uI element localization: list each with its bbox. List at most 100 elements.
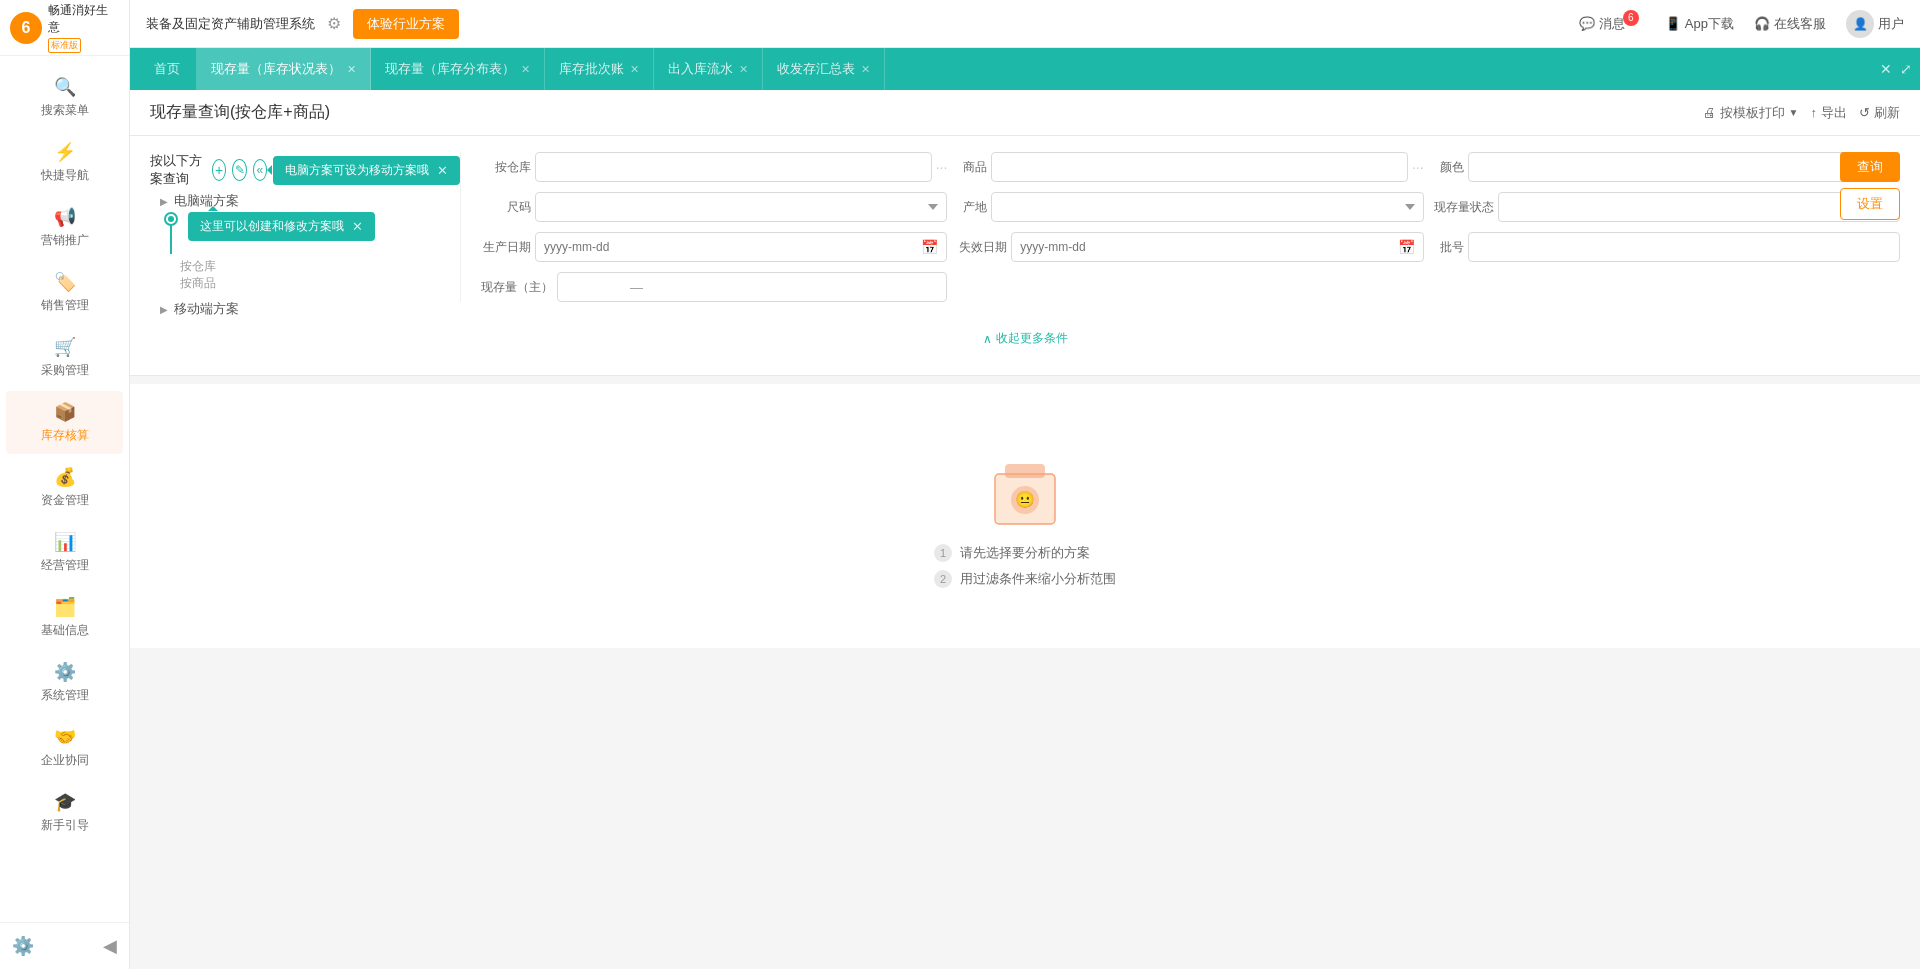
tab-inout-flow[interactable]: 出入库流水 ✕ [654,48,763,90]
page-header: 现存量查询(按仓库+商品) 🖨 按模板打印 ▼ ↑ 导出 ↺ 刷新 [130,90,1920,136]
tab-batch-close[interactable]: ✕ [630,63,639,76]
size-field: 尺码 [481,192,947,222]
logo-name: 畅通消好生意 [48,2,119,36]
batch-label: 批号 [1434,239,1464,256]
topbar: 装备及固定资产辅助管理系统 ⚙ 体验行业方案 💬 消息 6 📱 App下载 🎧 … [130,0,1920,48]
collapse-sidebar-icon[interactable]: ◀ [103,935,117,957]
goods-input[interactable] [991,152,1408,182]
produce-date-wrap: 📅 [535,232,947,262]
export-btn[interactable]: ↑ 导出 [1811,104,1848,122]
scheme-mobile-label[interactable]: 移动端方案 [174,300,239,318]
user-item[interactable]: 👤 用户 [1846,10,1904,38]
tab-home[interactable]: 首页 [138,48,197,90]
create-tooltip-wrapper: 这里可以创建和修改方案哦 ✕ [188,210,375,241]
stock-main-field: 现存量（主） — [481,272,947,302]
tab-inventory-distribution[interactable]: 现存量（库存分布表） ✕ [371,48,545,90]
tab-batch-label: 库存批次账 [559,60,624,78]
industry-btn[interactable]: 体验行业方案 [353,9,459,39]
sidebar-item-quick[interactable]: ⚡ 快捷导航 [6,131,123,194]
message-item[interactable]: 💬 消息 6 [1579,15,1645,33]
sidebar-item-label: 搜索菜单 [41,102,89,119]
connector-area: 这里可以创建和修改方案哦 ✕ [160,214,460,254]
svg-text:😐: 😐 [1015,490,1035,509]
system-title: 装备及固定资产辅助管理系统 [146,15,315,33]
stock-main-range: — [557,272,947,302]
online-support-item[interactable]: 🎧 在线客服 [1754,15,1826,33]
sidebar-item-operation[interactable]: 📊 经营管理 [6,521,123,584]
add-scheme-btn[interactable]: + [212,159,226,181]
page-actions: 🖨 按模板打印 ▼ ↑ 导出 ↺ 刷新 [1703,104,1900,122]
tab-inout-close[interactable]: ✕ [739,63,748,76]
goods-label: 商品 [957,159,987,176]
search-btn[interactable]: 查询 [1840,152,1900,182]
origin-select[interactable] [991,192,1423,222]
tab-summary-close[interactable]: ✕ [861,63,870,76]
expire-date-calendar-icon[interactable]: 📅 [1398,239,1415,255]
tab-batch-ledger[interactable]: 库存批次账 ✕ [545,48,654,90]
tooltip-scheme-close[interactable]: ✕ [437,163,448,178]
produce-date-label: 生产日期 [481,239,531,256]
expire-date-input[interactable] [1020,240,1393,254]
sidebar-item-label: 快捷导航 [41,167,89,184]
refresh-icon: ↺ [1859,105,1870,120]
collapse-row: ∧ 收起更多条件 [150,318,1900,359]
prev-scheme-btn[interactable]: « [253,159,267,181]
produce-date-input[interactable] [544,240,917,254]
content-area: 现存量查询(按仓库+商品) 🖨 按模板打印 ▼ ↑ 导出 ↺ 刷新 [130,90,1920,969]
stock-main-label: 现存量（主） [481,279,553,296]
edit-scheme-btn[interactable]: ✎ [232,159,246,181]
sidebar-item-system[interactable]: ⚙️ 系统管理 [6,651,123,714]
produce-date-calendar-icon[interactable]: 📅 [921,239,938,255]
sidebar-item-enterprise[interactable]: 🤝 企业协同 [6,716,123,779]
collapse-label: 收起更多条件 [996,330,1068,347]
connector [166,214,176,254]
expire-date-label: 失效日期 [957,239,1007,256]
topbar-settings-icon[interactable]: ⚙ [327,14,341,33]
logo-badge: 标准版 [48,38,81,53]
tab-inventory-status[interactable]: 现存量（库存状况表） ✕ [197,48,371,90]
sidebar-item-finance[interactable]: 💰 资金管理 [6,456,123,519]
sidebar-item-marketing[interactable]: 📢 营销推广 [6,196,123,259]
scheme-pc-label[interactable]: 电脑端方案 [174,192,239,210]
sidebar-item-guide[interactable]: 🎓 新手引导 [6,781,123,844]
goods-dots[interactable]: ··· [1412,159,1424,175]
export-label: 导出 [1821,104,1847,122]
batch-input[interactable] [1468,232,1900,262]
warehouse-dots[interactable]: ··· [936,159,948,175]
origin-label: 产地 [957,199,987,216]
sidebar-item-inventory[interactable]: 📦 库存核算 [6,391,123,454]
collapse-btn[interactable]: ∧ 收起更多条件 [983,330,1068,347]
settings-icon[interactable]: ⚙️ [12,935,34,957]
stock-main-from[interactable] [566,280,626,294]
sidebar-item-search[interactable]: 🔍 搜索菜单 [6,66,123,129]
origin-field: 产地 [957,192,1423,222]
tab-summary[interactable]: 收发存汇总表 ✕ [763,48,885,90]
goods-field: 商品 ··· [957,152,1423,182]
size-select[interactable] [535,192,947,222]
sidebar-item-basic[interactable]: 🗂️ 基础信息 [6,586,123,649]
sidebar-item-purchase[interactable]: 🛒 采购管理 [6,326,123,389]
print-btn[interactable]: 🖨 按模板打印 ▼ [1703,104,1799,122]
connector-line [170,224,172,254]
tabs-fullscreen-icon[interactable]: ⤢ [1900,61,1912,77]
sidebar-item-sales[interactable]: 🏷️ 销售管理 [6,261,123,324]
refresh-btn[interactable]: ↺ 刷新 [1859,104,1900,122]
tab-inventory-status-close[interactable]: ✕ [347,63,356,76]
scheme-pc-arrow: ▶ [160,196,168,207]
tab-inventory-dist-close[interactable]: ✕ [521,63,530,76]
tooltip-create-close[interactable]: ✕ [352,219,363,234]
tab-inout-label: 出入库流水 [668,60,733,78]
tabs-close-all-icon[interactable]: ✕ [1880,61,1892,77]
basic-nav-icon: 🗂️ [54,596,76,618]
message-badge: 6 [1623,10,1639,26]
stock-main-to[interactable] [647,280,707,294]
sidebar: 6 畅通消好生意 标准版 🔍 搜索菜单 ⚡ 快捷导航 📢 营销推广 🏷️ 销售管… [0,0,130,969]
quick-nav-icon: ⚡ [54,141,76,163]
filter-row-2: 尺码 产地 现存量状态 [481,192,1900,222]
color-select[interactable] [1468,152,1900,182]
app-download-item[interactable]: 📱 App下载 [1665,15,1734,33]
mobile-icon: 📱 [1665,16,1681,31]
warehouse-input[interactable] [535,152,932,182]
set-btn[interactable]: 设置 [1840,188,1900,220]
sidebar-item-label: 企业协同 [41,752,89,769]
